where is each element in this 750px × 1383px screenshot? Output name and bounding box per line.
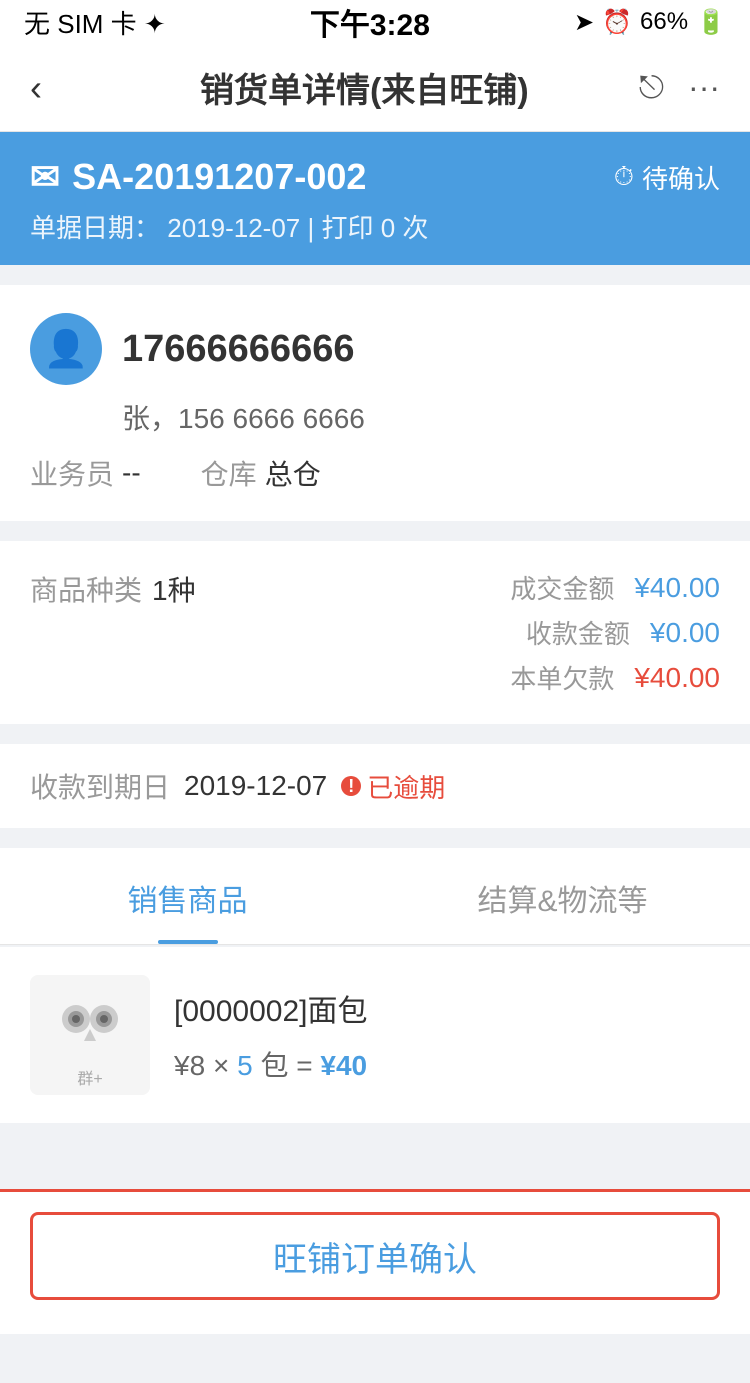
nav-bar: ‹ 销货单详情(来自旺铺) ⎋ ··· bbox=[0, 44, 750, 132]
avatar: 👤 bbox=[30, 313, 102, 385]
status-icons: ➤ ⏰ 66% 🔋 bbox=[574, 8, 726, 37]
warehouse-meta: 仓库 总仓 bbox=[201, 453, 321, 493]
product-item: 群+ [0000002]面包 ¥8 × 5 包 = ¥40 bbox=[0, 947, 750, 1123]
product-thumbnail: 群+ bbox=[30, 975, 150, 1095]
sales-meta: 业务员 -- bbox=[30, 453, 141, 493]
status-text: 待确认 bbox=[642, 159, 720, 196]
product-list: 群+ [0000002]面包 ¥8 × 5 包 = ¥40 bbox=[0, 947, 750, 1123]
order-icon: ✉ bbox=[30, 156, 60, 198]
owl-logo-svg bbox=[50, 981, 130, 1061]
price-multiply: × bbox=[213, 1050, 237, 1081]
sales-value: -- bbox=[122, 457, 141, 489]
price-qty: 5 bbox=[237, 1050, 253, 1081]
print-count: 0 bbox=[381, 213, 395, 243]
battery-icon: 🔋 bbox=[696, 8, 726, 37]
overdue-badge: ! 已逾期 bbox=[341, 768, 445, 805]
warehouse-label: 仓库 bbox=[201, 453, 257, 493]
nav-actions: ⎋ ··· bbox=[639, 69, 720, 107]
order-id-value: SA-20191207-002 bbox=[72, 156, 366, 198]
status-bar: 无 SIM 卡 ✦ 下午3:28 ➤ ⏰ 66% 🔋 bbox=[0, 0, 750, 44]
price-value: ¥8 bbox=[174, 1050, 205, 1081]
status-clock-icon: ⏱ bbox=[614, 161, 634, 193]
received-amount-row: 收款金额 ¥0.00 bbox=[526, 614, 720, 651]
order-id: ✉ SA-20191207-002 bbox=[30, 156, 366, 198]
date-value: 2019-12-07 bbox=[167, 213, 300, 243]
received-value: ¥0.00 bbox=[650, 617, 720, 649]
due-date-section: 收款到期日 2019-12-07 ! 已逾期 bbox=[0, 744, 750, 828]
print-label: | 打印 bbox=[307, 213, 373, 243]
print-unit: 次 bbox=[402, 213, 428, 243]
confirm-button-label: 旺铺订单确认 bbox=[273, 1232, 477, 1281]
due-label: 收款到期日 bbox=[30, 766, 170, 806]
product-info: [0000002]面包 ¥8 × 5 包 = ¥40 bbox=[174, 986, 720, 1084]
share-icon[interactable]: ⎋ bbox=[639, 69, 664, 107]
deal-amount-row: 成交金额 ¥40.00 bbox=[510, 569, 720, 606]
order-header: ✉ SA-20191207-002 ⏱ 待确认 单据日期： 2019-12-07… bbox=[0, 132, 750, 265]
status-carrier: 无 SIM 卡 ✦ bbox=[24, 4, 166, 41]
amounts-section: 成交金额 ¥40.00 收款金额 ¥0.00 本单欠款 ¥40.00 bbox=[510, 569, 720, 696]
order-summary: 商品种类 1种 成交金额 ¥40.00 收款金额 ¥0.00 本单欠款 ¥40.… bbox=[0, 541, 750, 724]
sales-label: 业务员 bbox=[30, 453, 114, 493]
customer-meta: 业务员 -- 仓库 总仓 bbox=[30, 453, 720, 493]
tab-settlement[interactable]: 结算&物流等 bbox=[375, 848, 750, 944]
product-type-section: 商品种类 1种 bbox=[30, 569, 196, 609]
product-type-value: 1种 bbox=[152, 569, 196, 609]
tab-sales-products[interactable]: 销售商品 bbox=[0, 848, 375, 944]
avatar-icon: 👤 bbox=[44, 328, 89, 370]
balance-label: 本单欠款 bbox=[510, 659, 614, 696]
page-title: 销货单详情(来自旺铺) bbox=[200, 63, 529, 112]
confirm-button-wrapper: 旺铺订单确认 bbox=[0, 1189, 750, 1334]
balance-row: 本单欠款 ¥40.00 bbox=[510, 659, 720, 696]
received-label: 收款金额 bbox=[526, 614, 630, 651]
tabs: 销售商品 结算&物流等 bbox=[0, 848, 750, 945]
balance-value: ¥40.00 bbox=[634, 662, 720, 694]
customer-name: 张，156 6666 6666 bbox=[30, 397, 720, 437]
tab-sales-label: 销售商品 bbox=[128, 885, 248, 918]
back-button[interactable]: ‹ bbox=[30, 67, 90, 109]
battery-level: 66% bbox=[640, 8, 688, 36]
location-icon: ➤ bbox=[574, 8, 594, 37]
price-unit: 包 bbox=[260, 1050, 288, 1081]
product-name: [0000002]面包 bbox=[174, 986, 720, 1030]
product-price: ¥8 × 5 包 = ¥40 bbox=[174, 1044, 720, 1084]
alarm-icon: ⏰ bbox=[602, 8, 632, 37]
overdue-text: 已逾期 bbox=[367, 768, 445, 805]
price-equals: = bbox=[296, 1050, 320, 1081]
date-label: 单据日期： bbox=[30, 213, 160, 243]
more-icon[interactable]: ··· bbox=[688, 69, 720, 106]
product-type-label: 商品种类 bbox=[30, 569, 142, 609]
customer-phone: 17666666666 bbox=[122, 328, 354, 371]
price-total: ¥40 bbox=[320, 1050, 367, 1081]
order-date: 单据日期： 2019-12-07 | 打印 0 次 bbox=[30, 208, 720, 245]
product-logo: 群+ bbox=[50, 981, 130, 1089]
overdue-dot-icon: ! bbox=[341, 776, 361, 796]
status-time: 下午3:28 bbox=[310, 0, 430, 44]
tab-settlement-label: 结算&物流等 bbox=[477, 885, 647, 918]
deal-amount-value: ¥40.00 bbox=[634, 572, 720, 604]
warehouse-value: 总仓 bbox=[265, 453, 321, 493]
due-date-value: 2019-12-07 bbox=[184, 770, 327, 802]
customer-section: 👤 17666666666 张，156 6666 6666 业务员 -- 仓库 … bbox=[0, 285, 750, 521]
confirm-order-button[interactable]: 旺铺订单确认 bbox=[30, 1212, 720, 1300]
deal-amount-label: 成交金额 bbox=[510, 569, 614, 606]
order-status: ⏱ 待确认 bbox=[614, 159, 720, 196]
